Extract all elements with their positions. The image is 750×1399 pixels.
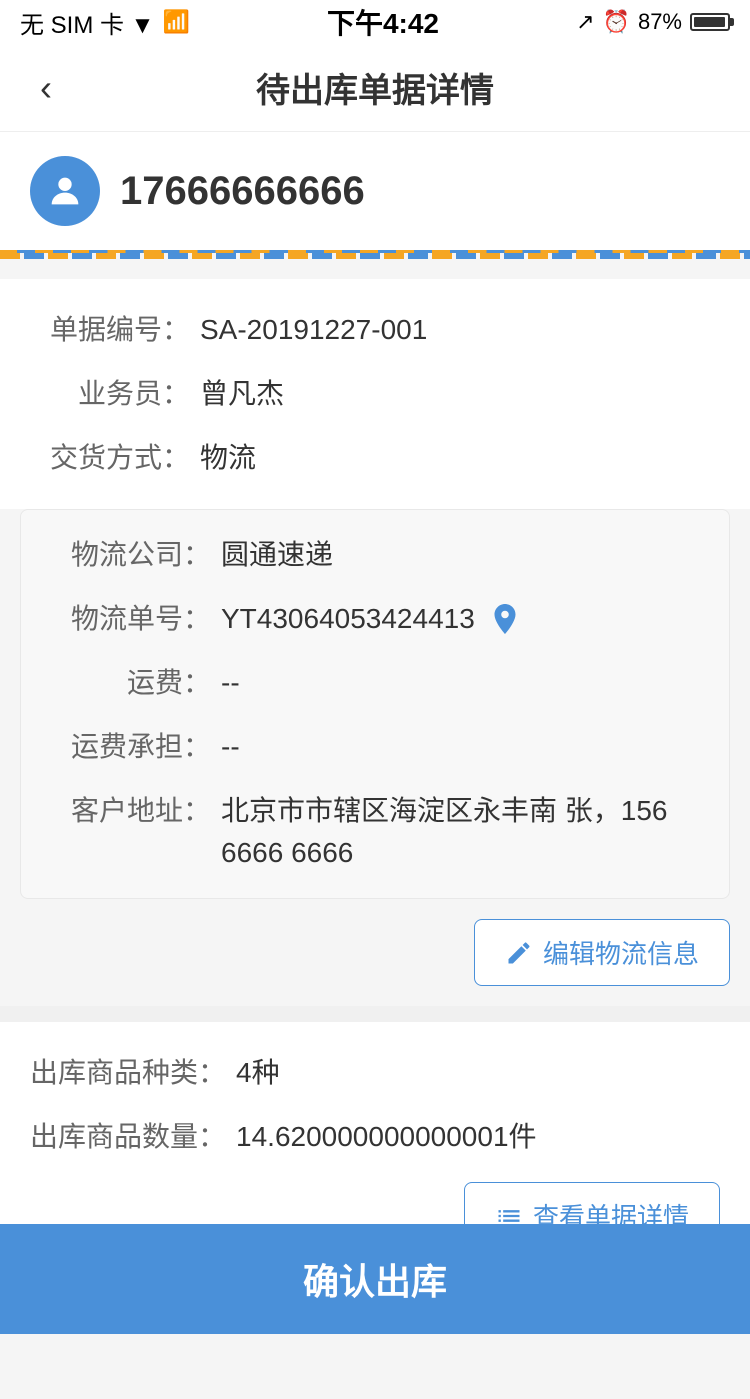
logistics-card: 物流公司： 圆通速递 物流单号： YT43064053424413 运费： --…: [20, 509, 730, 899]
battery-icon: [690, 13, 730, 31]
edit-logistics-label: 编辑物流信息: [543, 934, 699, 971]
order-no-value: SA-20191227-001: [200, 309, 720, 351]
avatar: [30, 156, 100, 226]
freight-bearer-label: 运费承担：: [51, 726, 211, 768]
page-title: 待出库单据详情: [256, 63, 494, 112]
address-value: 北京市市辖区海淀区永丰南 张，156 6666 6666: [221, 790, 699, 874]
confirm-outbound-label: 确认出库: [303, 1253, 447, 1305]
freight-bearer-value: --: [221, 726, 699, 768]
order-info-section: 单据编号： SA-20191227-001 业务员： 曾凡杰 交货方式： 物流: [0, 279, 750, 509]
goods-type-value: 4种: [236, 1052, 720, 1094]
sim-label: 无 SIM 卡 ▼: [20, 5, 154, 40]
goods-quantity-value: 14.620000000000001件: [236, 1116, 720, 1158]
logistics-company-label: 物流公司：: [51, 534, 211, 576]
sales-person-value: 曾凡杰: [200, 373, 720, 415]
order-no-label: 单据编号：: [30, 309, 190, 351]
location-pin-icon[interactable]: [487, 601, 523, 637]
freight-row: 运费： --: [51, 662, 699, 704]
status-right: ↗ ⏰ 87%: [576, 9, 730, 35]
section-separator: [0, 1006, 750, 1022]
delivery-method-label: 交货方式：: [30, 437, 190, 479]
arrow-icon: ↗: [576, 9, 594, 35]
freight-label: 运费：: [51, 662, 211, 704]
status-bar: 无 SIM 卡 ▼ 📶 下午4:42 ↗ ⏰ 87%: [0, 0, 750, 44]
goods-type-row: 出库商品种类： 4种: [30, 1052, 720, 1094]
nav-bar: ‹ 待出库单据详情: [0, 44, 750, 132]
sales-person-label: 业务员：: [30, 373, 190, 415]
sales-person-row: 业务员： 曾凡杰: [30, 373, 720, 415]
order-no-row: 单据编号： SA-20191227-001: [30, 309, 720, 351]
logistics-company-value: 圆通速递: [221, 534, 699, 576]
tracking-no-label: 物流单号：: [51, 598, 211, 640]
logistics-company-row: 物流公司： 圆通速递: [51, 534, 699, 576]
customer-phone: 17666666666: [120, 169, 365, 214]
alarm-icon: ⏰: [603, 9, 630, 35]
edit-btn-row: 编辑物流信息: [0, 919, 750, 986]
person-icon: [45, 171, 85, 211]
content-area: 17666666666 单据编号： SA-20191227-001 业务员： 曾…: [0, 132, 750, 1399]
edit-icon: [505, 939, 533, 967]
delivery-method-value: 物流: [200, 437, 720, 479]
goods-quantity-label: 出库商品数量：: [30, 1116, 226, 1158]
address-row: 客户地址： 北京市市辖区海淀区永丰南 张，156 6666 6666: [51, 790, 699, 874]
freight-bearer-row: 运费承担： --: [51, 726, 699, 768]
battery-percent: 87%: [638, 9, 682, 35]
edit-logistics-button[interactable]: 编辑物流信息: [474, 919, 730, 986]
tracking-no-row: 物流单号： YT43064053424413: [51, 598, 699, 640]
address-label: 客户地址：: [51, 790, 211, 874]
customer-header: 17666666666: [0, 132, 750, 253]
status-time: 下午4:42: [327, 2, 439, 42]
tracking-no-value: YT43064053424413: [221, 598, 699, 640]
goods-quantity-row: 出库商品数量： 14.620000000000001件: [30, 1116, 720, 1158]
dashed-divider: [0, 253, 750, 259]
back-button[interactable]: ‹: [30, 57, 62, 119]
goods-type-label: 出库商品种类：: [30, 1052, 226, 1094]
wifi-icon: 📶: [162, 9, 189, 35]
confirm-outbound-button[interactable]: 确认出库: [0, 1224, 750, 1334]
freight-value: --: [221, 662, 699, 704]
delivery-method-row: 交货方式： 物流: [30, 437, 720, 479]
status-left: 无 SIM 卡 ▼ 📶: [20, 5, 190, 40]
